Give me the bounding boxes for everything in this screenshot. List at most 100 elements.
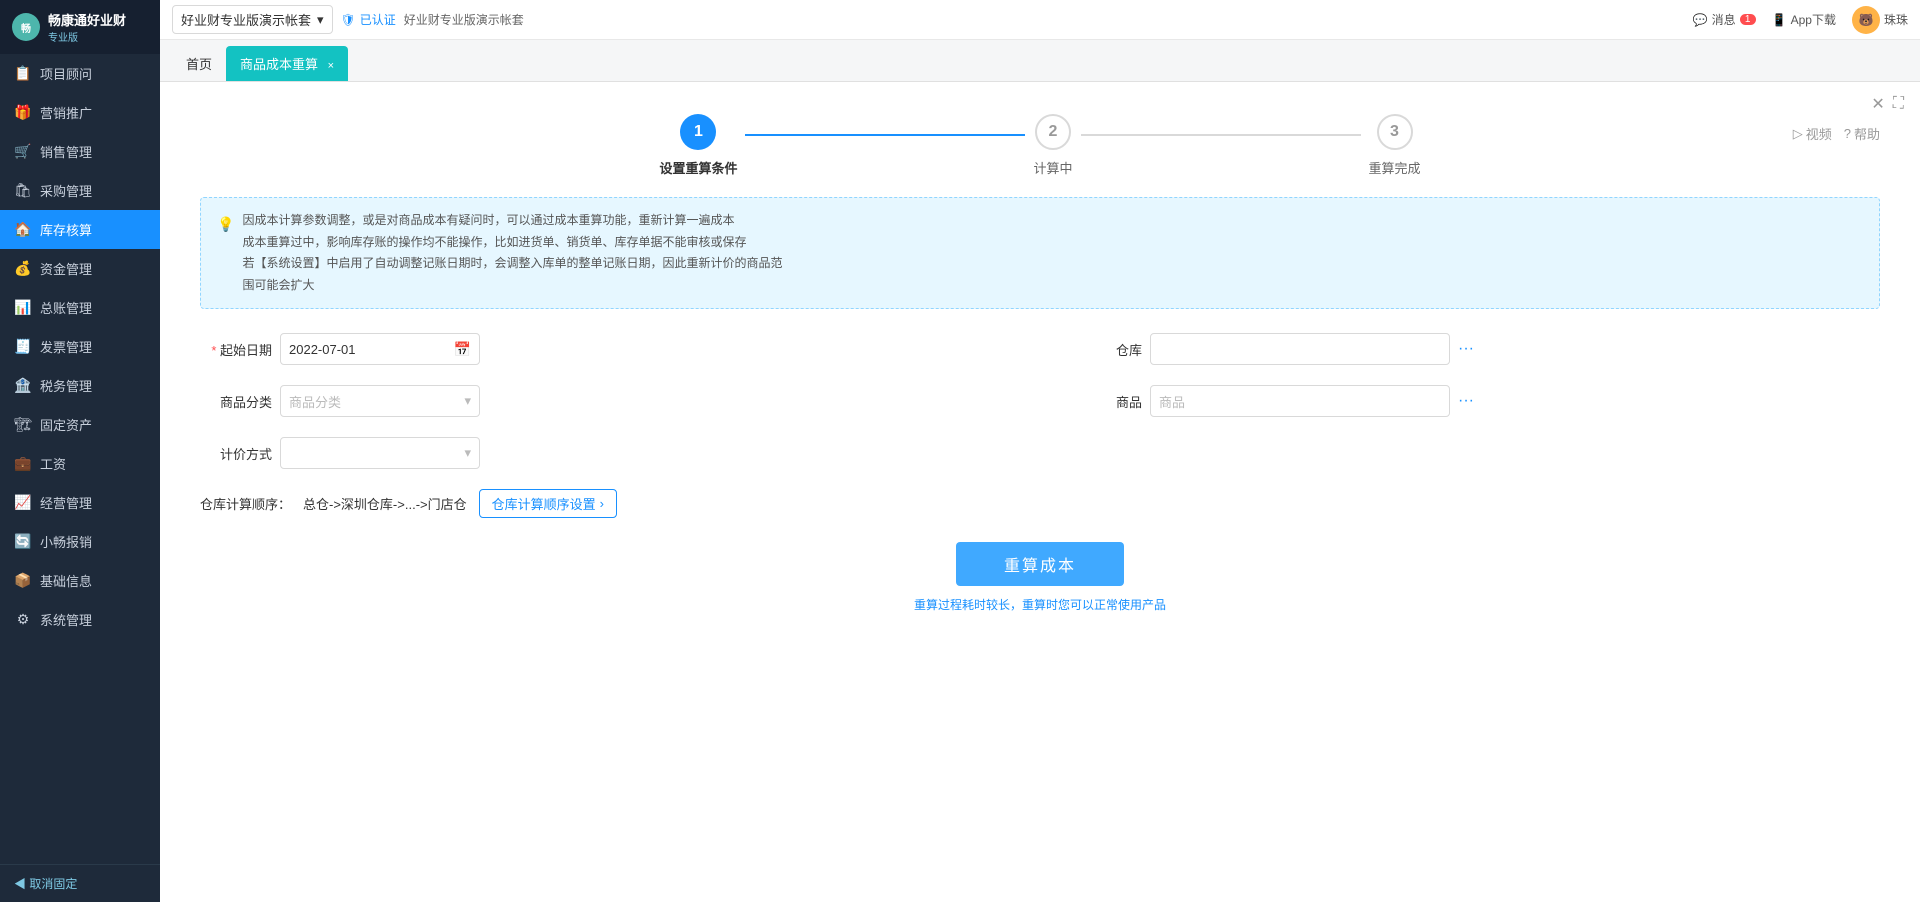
form-row-1: * 起始日期 2022-07-01 📅 仓库 ··· bbox=[200, 333, 1880, 365]
step-line-1-2 bbox=[745, 134, 1025, 136]
recalc-hint: 重算过程耗时较长，重算时您可以正常使用产品 bbox=[914, 596, 1166, 613]
invoice-icon: 🧾 bbox=[14, 338, 32, 356]
start-date-group: * 起始日期 2022-07-01 📅 bbox=[200, 333, 1010, 365]
step-2-label: 计算中 bbox=[1033, 158, 1072, 177]
sidebar-item-salary[interactable]: 💼工资 bbox=[0, 444, 160, 483]
content-controls: ✕ ⛶ bbox=[1871, 94, 1904, 114]
chevron-right-icon: › bbox=[600, 496, 604, 511]
step-2-circle: 2 bbox=[1035, 114, 1071, 150]
form-row-3: 计价方式 ▾ bbox=[200, 437, 1880, 469]
sidebar-item-finance[interactable]: 💰 资金管理 bbox=[0, 249, 160, 288]
category-group: 商品分类 商品分类 ▾ bbox=[200, 385, 1010, 417]
expand-button[interactable]: ⛶ bbox=[1893, 94, 1904, 114]
message-icon: 💬 bbox=[1693, 13, 1708, 27]
app-title: 畅康通好业财 bbox=[48, 10, 126, 29]
avatar: 🐻 bbox=[1852, 6, 1880, 34]
info-box: 💡 因成本计算参数调整，或是对商品成本有疑问时，可以通过成本重算功能，重新计算一… bbox=[200, 197, 1880, 309]
start-date-input[interactable]: 2022-07-01 📅 bbox=[280, 333, 480, 365]
purchase-icon: 🛍 bbox=[14, 182, 32, 200]
tabbar: 首页 商品成本重算 × bbox=[160, 40, 1920, 82]
warehouse-more-btn[interactable]: ··· bbox=[1450, 340, 1474, 358]
accounting-icon: 📊 bbox=[14, 299, 32, 317]
sidebar-item-invoice[interactable]: 🧾 发票管理 bbox=[0, 327, 160, 366]
sidebar-item-label: 总账管理 bbox=[40, 298, 92, 317]
sidebar-item-assets[interactable]: 🏗 固定资产 bbox=[0, 405, 160, 444]
chevron-down-icon: ▾ bbox=[464, 445, 471, 461]
sidebar-item-expense[interactable]: 🔄小畅报销 bbox=[0, 522, 160, 561]
product-group: 商品 商品 ··· bbox=[1070, 385, 1880, 417]
sidebar-item-sales[interactable]: 🛒 销售管理 bbox=[0, 132, 160, 171]
step-help: ▷ 视频 ? 帮助 bbox=[1793, 124, 1880, 143]
close-button[interactable]: ✕ bbox=[1871, 94, 1884, 114]
system-icon: ⚙ bbox=[14, 611, 32, 629]
sidebar-item-label: 系统管理 bbox=[40, 610, 92, 629]
step-1: 1 设置重算条件 bbox=[659, 114, 737, 177]
finance-icon: 💰 bbox=[14, 260, 32, 278]
price-method-group: 计价方式 ▾ bbox=[200, 437, 1880, 469]
message-button[interactable]: 💬 消息 1 bbox=[1693, 11, 1756, 28]
step-2: 2 计算中 bbox=[1033, 114, 1072, 177]
sidebar-item-label: 营销推广 bbox=[40, 103, 92, 122]
sidebar-item-system[interactable]: ⚙ 系统管理 bbox=[0, 600, 160, 639]
app-download-button[interactable]: 📱 App下载 bbox=[1772, 11, 1836, 28]
sales-icon: 🛒 bbox=[14, 143, 32, 161]
sidebar-item-label: 税务管理 bbox=[40, 376, 92, 395]
operations-icon: 📈 bbox=[14, 494, 32, 512]
tab-recalc[interactable]: 商品成本重算 × bbox=[226, 46, 348, 81]
warning-icon: 💡 bbox=[217, 212, 234, 296]
product-input[interactable]: 商品 bbox=[1150, 385, 1450, 417]
sidebar-item-purchase[interactable]: 🛍 采购管理 bbox=[0, 171, 160, 210]
sidebar-item-projects[interactable]: 📋 项目顾问 bbox=[0, 54, 160, 93]
mobile-icon: 📱 bbox=[1772, 13, 1787, 27]
topbar-right: 💬 消息 1 📱 App下载 🐻 珠珠 bbox=[1693, 6, 1908, 34]
step-1-circle: 1 bbox=[680, 114, 716, 150]
sidebar-item-accounting[interactable]: 📊 总账管理 bbox=[0, 288, 160, 327]
app-subtitle: 专业版 bbox=[48, 29, 126, 44]
assets-icon: 🏗 bbox=[14, 416, 32, 434]
chevron-down-icon: ▾ bbox=[317, 12, 324, 28]
sidebar-item-label: 基础信息 bbox=[40, 571, 92, 590]
sidebar-item-inventory[interactable]: 🏠库存核算 bbox=[0, 210, 160, 249]
price-method-select[interactable]: ▾ bbox=[280, 437, 480, 469]
sidebar-footer[interactable]: ◀ 取消固定 bbox=[0, 864, 160, 902]
account-select[interactable]: 好业财专业版演示帐套 ▾ bbox=[172, 5, 333, 34]
sidebar-item-label: 发票管理 bbox=[40, 337, 92, 356]
sidebar-item-label: 经营管理 bbox=[40, 493, 92, 512]
sidebar: 畅 畅康通好业财 专业版 📋 项目顾问 🎁营销推广 🛒 销售管理 🛍 采购管理 🏠库存核算 💰 资… bbox=[0, 0, 160, 902]
product-more-btn[interactable]: ··· bbox=[1450, 392, 1474, 410]
step-3-circle: 3 bbox=[1377, 114, 1413, 150]
warehouse-order-btn[interactable]: 仓库计算顺序设置 › bbox=[479, 489, 617, 518]
sidebar-item-tax[interactable]: 🏦 税务管理 bbox=[0, 366, 160, 405]
tab-close-icon[interactable]: × bbox=[328, 60, 334, 72]
step-3: 3 重算完成 bbox=[1369, 114, 1421, 177]
topbar: 好业财专业版演示帐套 ▾ 🛡 已认证 好业财专业版演示帐套 💬 消息 1 📱 A… bbox=[160, 0, 1920, 40]
sidebar-item-label: 库存核算 bbox=[40, 220, 92, 239]
step-3-label: 重算完成 bbox=[1369, 158, 1421, 177]
help-button[interactable]: ? 帮助 bbox=[1844, 124, 1880, 143]
account-name: 好业财专业版演示帐套 bbox=[404, 11, 524, 28]
tab-home[interactable]: 首页 bbox=[172, 46, 226, 81]
sidebar-item-label: 固定资产 bbox=[40, 415, 92, 434]
message-badge: 1 bbox=[1740, 14, 1756, 25]
warehouse-input[interactable] bbox=[1150, 333, 1450, 365]
tax-icon: 🏦 bbox=[14, 377, 32, 395]
recalc-button[interactable]: 重算成本 bbox=[956, 542, 1124, 586]
sidebar-item-label: 销售管理 bbox=[40, 142, 92, 161]
chevron-down-icon: ▾ bbox=[464, 393, 471, 409]
recalc-area: 重算成本 重算过程耗时较长，重算时您可以正常使用产品 bbox=[160, 542, 1920, 613]
sidebar-item-basic[interactable]: 📦基础信息 bbox=[0, 561, 160, 600]
sidebar-item-marketing[interactable]: 🎁营销推广 bbox=[0, 93, 160, 132]
sidebar-item-label: 采购管理 bbox=[40, 181, 92, 200]
calendar-icon[interactable]: 📅 bbox=[454, 341, 471, 358]
sidebar-item-operations[interactable]: 📈 经营管理 bbox=[0, 483, 160, 522]
sidebar-item-label: 项目顾问 bbox=[40, 64, 92, 83]
category-select[interactable]: 商品分类 ▾ bbox=[280, 385, 480, 417]
sidebar-header: 畅 畅康通好业财 专业版 bbox=[0, 0, 160, 54]
product-label: 商品 bbox=[1070, 392, 1150, 411]
sidebar-item-label: 资金管理 bbox=[40, 259, 92, 278]
projects-icon: 📋 bbox=[14, 65, 32, 83]
sidebar-item-label: 工资 bbox=[40, 454, 66, 473]
video-help-button[interactable]: ▷ 视频 bbox=[1793, 124, 1832, 143]
user-avatar[interactable]: 🐻 珠珠 bbox=[1852, 6, 1908, 34]
step-line-2-3 bbox=[1081, 134, 1361, 136]
